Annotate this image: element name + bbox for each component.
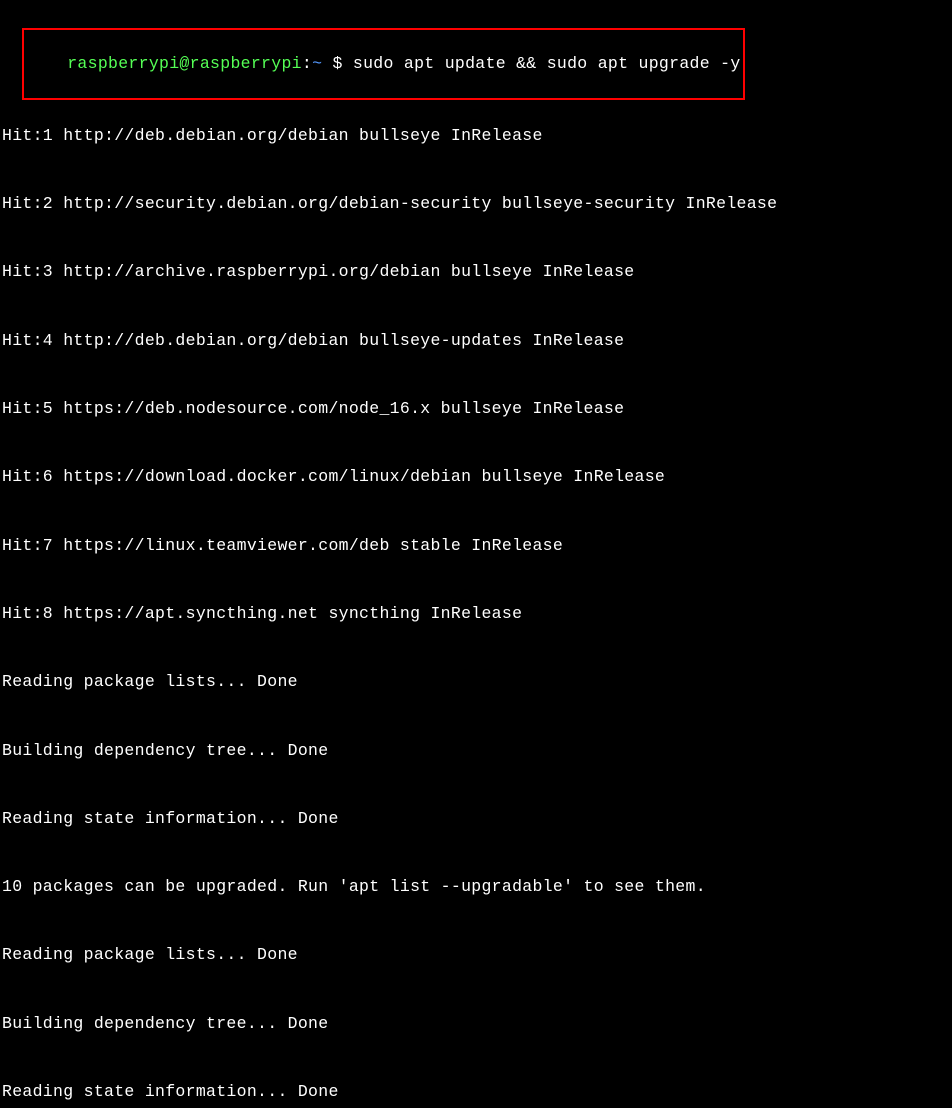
prompt-user-host: raspberrypi@raspberrypi [67, 54, 302, 73]
terminal-window: raspberrypi@raspberrypi:~ $ sudo apt upd… [2, 5, 950, 1108]
output-line: Reading package lists... Done [2, 944, 950, 967]
output-line: Hit:5 https://deb.nodesource.com/node_16… [2, 398, 950, 421]
output-line: Reading package lists... Done [2, 671, 950, 694]
prompt-path: ~ [312, 54, 322, 73]
output-line: Reading state information... Done [2, 808, 950, 831]
prompt-colon: : [302, 54, 312, 73]
output-line: Building dependency tree... Done [2, 740, 950, 763]
output-line: Reading state information... Done [2, 1081, 950, 1104]
output-line: Hit:2 http://security.debian.org/debian-… [2, 193, 950, 216]
output-line: Hit:3 http://archive.raspberrypi.org/deb… [2, 261, 950, 284]
output-line: Hit:1 http://deb.debian.org/debian bulls… [2, 125, 950, 148]
command-input[interactable]: sudo apt update && sudo apt upgrade -y [353, 54, 741, 73]
output-line: Hit:4 http://deb.debian.org/debian bulls… [2, 330, 950, 353]
output-line: Hit:6 https://download.docker.com/linux/… [2, 466, 950, 489]
output-line: 10 packages can be upgraded. Run 'apt li… [2, 876, 950, 899]
output-line: Hit:8 https://apt.syncthing.net syncthin… [2, 603, 950, 626]
command-prompt-line[interactable]: raspberrypi@raspberrypi:~ $ sudo apt upd… [22, 28, 744, 100]
output-line: Building dependency tree... Done [2, 1013, 950, 1036]
prompt-dollar: $ [322, 54, 353, 73]
